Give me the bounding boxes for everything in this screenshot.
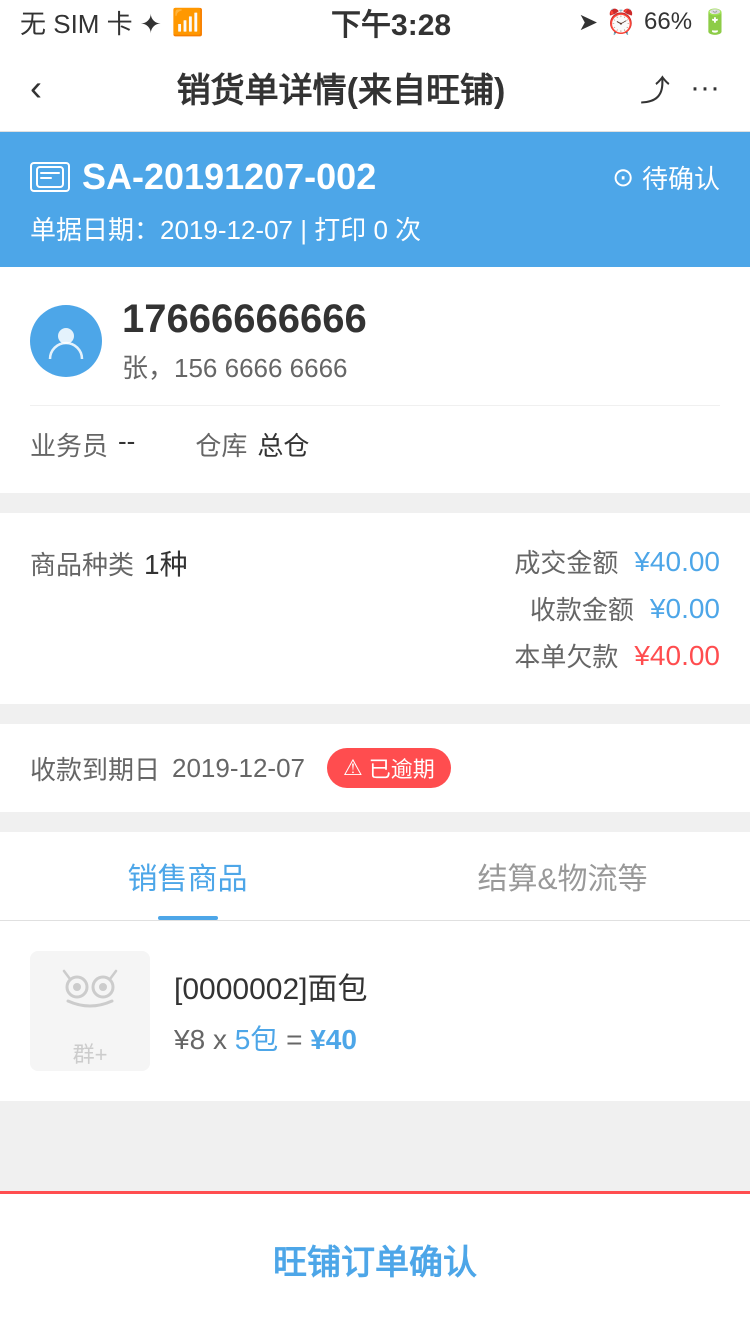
print-label: 打印 — [314, 215, 366, 245]
customer-card: 17666666666 张，156 6666 6666 业务员 -- 仓库 总仓 — [0, 267, 750, 493]
overdue-badge: ⚠ 已逾期 — [327, 748, 451, 788]
overdue-text: 已逾期 — [369, 752, 435, 784]
multiply-sign: x — [213, 1024, 235, 1055]
product-thumbnail: 群+ — [30, 951, 150, 1071]
product-item: 群+ [0000002]面包 ¥8 x 5包 = ¥40 — [0, 921, 750, 1102]
order-header: SA-20191207-002 ⊙ 待确认 单据日期：2019-12-07 | … — [0, 132, 750, 267]
order-type-icon — [30, 162, 70, 192]
tabs-bar: 销售商品 结算&物流等 — [0, 832, 750, 921]
owed-amount-row: 本单欠款 ¥40.00 — [514, 637, 720, 674]
bottom-bar: 旺铺订单确认 — [0, 1191, 750, 1334]
order-id: SA-20191207-002 — [82, 156, 376, 198]
warehouse-detail: 仓库 总仓 — [195, 426, 309, 463]
location-icon: ➤ — [578, 8, 598, 37]
date-separator: | — [293, 215, 314, 245]
status-left: 无 SIM 卡 ✦ 📶 — [20, 4, 204, 41]
date-label: 单据日期： — [30, 215, 160, 245]
share-icon[interactable]: ⤴ — [640, 66, 670, 110]
type-label: 商品种类 — [30, 545, 134, 582]
print-count: 0 — [373, 215, 387, 245]
due-label: 收款到期日 — [30, 750, 160, 787]
customer-name: 张，156 6666 6666 — [122, 348, 367, 385]
nav-bar: ‹ 销货单详情(来自旺铺) ⤴ ··· — [0, 44, 750, 132]
owed-value: ¥40.00 — [634, 640, 720, 672]
staff-detail: 业务员 -- — [30, 426, 135, 463]
order-number: SA-20191207-002 — [30, 156, 376, 198]
more-icon[interactable]: ··· — [690, 71, 720, 105]
tab-settlement-logistics[interactable]: 结算&物流等 — [375, 832, 750, 920]
quantity: 5包 — [235, 1024, 279, 1055]
confirm-order-button[interactable]: 旺铺订单确认 — [30, 1214, 720, 1304]
due-date-card: 收款到期日 2019-12-07 ⚠ 已逾期 — [0, 724, 750, 812]
page-title: 销货单详情(来自旺铺) — [177, 63, 506, 112]
nav-right-actions: ⤴ ··· — [640, 66, 720, 110]
status-time: 下午3:28 — [331, 0, 451, 44]
owed-label: 本单欠款 — [514, 637, 618, 674]
avatar — [30, 305, 102, 377]
warehouse-label: 仓库 — [195, 426, 247, 463]
stats-card: 商品种类 1种 成交金额 ¥40.00 收款金额 ¥0.00 本单欠款 ¥40.… — [0, 513, 750, 704]
product-thumb-content: 群+ — [50, 953, 130, 1069]
transaction-value: ¥40.00 — [634, 546, 720, 578]
customer-top: 17666666666 张，156 6666 6666 — [30, 297, 720, 385]
warehouse-value: 总仓 — [257, 426, 309, 463]
status-text: 待确认 — [642, 159, 720, 196]
alarm-icon: ⏰ — [606, 8, 636, 37]
sim-label: 无 SIM 卡 ✦ — [20, 4, 162, 41]
unit-price: ¥8 — [174, 1024, 205, 1055]
product-info: [0000002]面包 ¥8 x 5包 = ¥40 — [174, 964, 720, 1058]
order-header-top: SA-20191207-002 ⊙ 待确认 — [30, 156, 720, 198]
battery-label: 66% — [644, 8, 692, 36]
total-price: ¥40 — [310, 1024, 357, 1055]
product-name: [0000002]面包 — [174, 964, 720, 1008]
status-clock-icon: ⊙ — [612, 162, 634, 193]
order-date-value: 2019-12-07 — [160, 215, 293, 245]
payment-amount-row: 收款金额 ¥0.00 — [530, 590, 720, 627]
wifi-icon: 📶 — [172, 7, 204, 38]
tab-sales-label: 销售商品 — [128, 854, 248, 898]
staff-label: 业务员 — [30, 426, 108, 463]
financial-stats: 成交金额 ¥40.00 收款金额 ¥0.00 本单欠款 ¥40.00 — [514, 543, 720, 674]
payment-label: 收款金额 — [530, 590, 634, 627]
customer-phone: 17666666666 — [122, 297, 367, 342]
equals-sign: = — [286, 1024, 310, 1055]
order-date-line: 单据日期：2019-12-07 | 打印 0 次 — [30, 210, 720, 247]
battery-icon: 🔋 — [700, 8, 730, 37]
customer-info: 17666666666 张，156 6666 6666 — [122, 297, 367, 385]
product-type-info: 商品种类 1种 — [30, 543, 188, 583]
staff-value: -- — [118, 426, 135, 463]
transaction-label: 成交金额 — [514, 543, 618, 580]
order-status: ⊙ 待确认 — [612, 159, 720, 196]
overdue-icon: ⚠ — [343, 755, 363, 781]
watermark-text: 群+ — [73, 1037, 108, 1069]
payment-value: ¥0.00 — [650, 593, 720, 625]
print-suffix: 次 — [395, 215, 421, 245]
customer-details: 业务员 -- 仓库 总仓 — [30, 405, 720, 463]
status-right: ➤ ⏰ 66% 🔋 — [578, 8, 730, 37]
tab-settlement-label: 结算&物流等 — [477, 854, 647, 898]
type-value: 1种 — [144, 543, 188, 583]
status-bar: 无 SIM 卡 ✦ 📶 下午3:28 ➤ ⏰ 66% 🔋 — [0, 0, 750, 44]
due-date: 2019-12-07 — [172, 753, 305, 784]
product-list: 群+ [0000002]面包 ¥8 x 5包 = ¥40 — [0, 921, 750, 1102]
product-price-formula: ¥8 x 5包 = ¥40 — [174, 1018, 720, 1058]
transaction-amount-row: 成交金额 ¥40.00 — [514, 543, 720, 580]
tab-sales-products[interactable]: 销售商品 — [0, 832, 375, 920]
back-button[interactable]: ‹ — [30, 67, 42, 109]
